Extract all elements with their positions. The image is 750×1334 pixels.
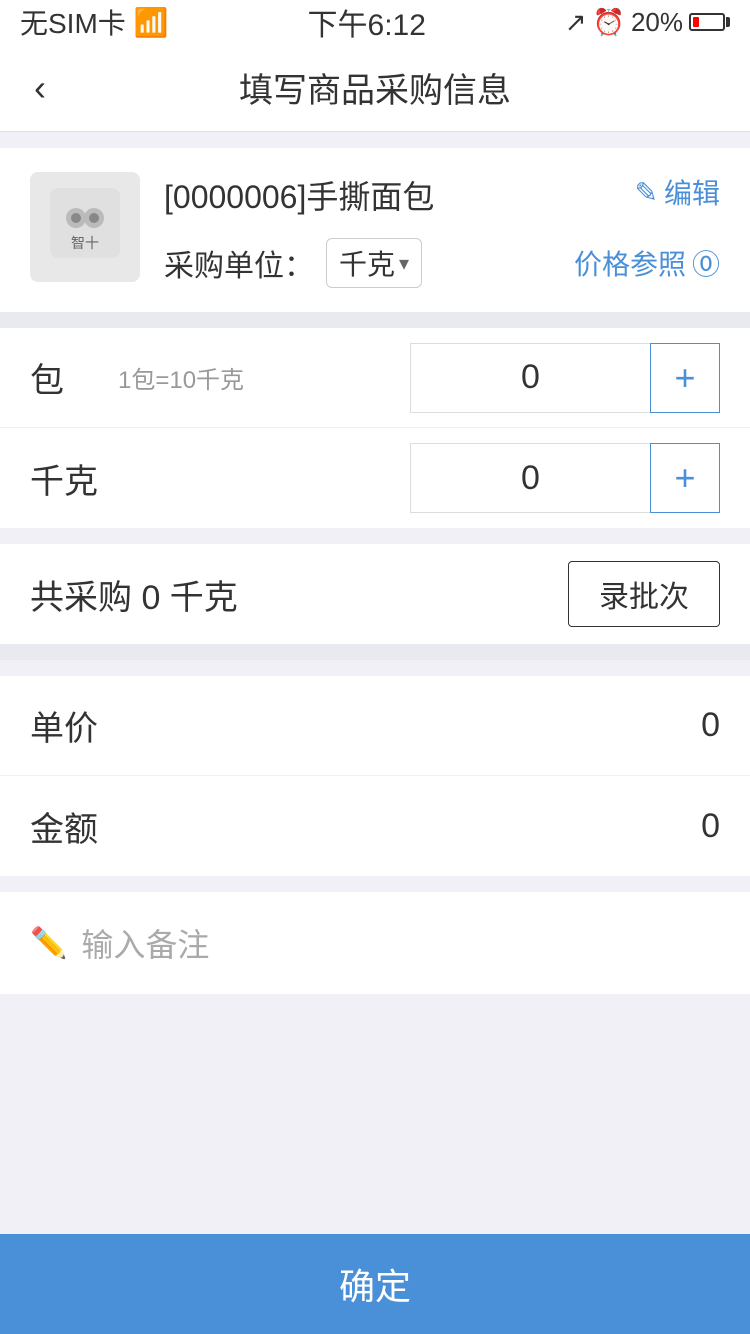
location-icon: ↗ xyxy=(565,7,587,38)
status-left: 无SIM卡 📶 xyxy=(20,2,169,42)
amount-value: 0 xyxy=(701,807,720,846)
dropdown-arrow-icon: ▾ xyxy=(399,251,409,276)
record-batch-button[interactable]: 录批次 xyxy=(568,561,720,627)
amount-label: 金额 xyxy=(30,802,98,851)
bag-quantity-input[interactable] xyxy=(410,343,650,413)
pencil-icon: ✏️ xyxy=(30,926,67,961)
edit-button[interactable]: ✎ 编辑 xyxy=(635,172,720,212)
input-section: 包 1包=10千克 + 千克 + xyxy=(0,328,750,528)
product-unit-row: 采购单位： 千克 ▾ 价格参照 ⓪ xyxy=(164,238,720,288)
unit-price-label: 单价 xyxy=(30,701,98,750)
status-bar: 无SIM卡 📶 下午6:12 ↗ ⏰ 20% xyxy=(0,0,750,44)
record-batch-label: 录批次 xyxy=(599,581,689,614)
battery-percent: 20% xyxy=(631,7,683,38)
confirm-button[interactable]: 确定 xyxy=(0,1234,750,1334)
summary-section: 共采购 0 千克 录批次 xyxy=(0,544,750,644)
edit-icon: ✎ xyxy=(635,176,658,209)
product-info: [0000006]手撕面包 ✎ 编辑 采购单位： 千克 ▾ 价格参照 ⓪ xyxy=(164,172,720,288)
bag-input-row: 包 1包=10千克 + xyxy=(0,328,750,428)
kg-label: 千克 xyxy=(30,454,110,503)
kg-input-right: + xyxy=(410,443,720,513)
price-reference-button[interactable]: 价格参照 ⓪ xyxy=(574,243,720,283)
section-divider-2 xyxy=(0,644,750,660)
wifi-icon: 📶 xyxy=(134,6,169,39)
amount-row: 金额 0 xyxy=(0,776,750,876)
note-placeholder: 输入备注 xyxy=(81,920,209,966)
kg-quantity-input[interactable] xyxy=(410,443,650,513)
carrier-label: 无SIM卡 xyxy=(20,2,126,42)
unit-price-row: 单价 0 xyxy=(0,676,750,776)
product-card: 智十 [0000006]手撕面包 ✎ 编辑 采购单位： 千克 ▾ 价格参照 ⓪ xyxy=(0,148,750,312)
product-name: [0000006]手撕面包 xyxy=(164,172,434,218)
page-title: 填写商品采购信息 xyxy=(80,63,670,112)
unit-price-value: 0 xyxy=(701,706,720,745)
edit-label: 编辑 xyxy=(664,172,720,212)
brand-logo-svg: 智十 xyxy=(50,188,120,258)
battery-icon xyxy=(689,13,730,31)
confirm-label: 确定 xyxy=(339,1258,411,1310)
svg-text:智十: 智十 xyxy=(71,235,99,251)
bag-input-right: + xyxy=(410,343,720,413)
product-logo-icon: 智十 xyxy=(50,188,120,267)
back-icon: ‹ xyxy=(34,67,46,109)
bag-label: 包 xyxy=(30,353,110,402)
unit-value: 千克 xyxy=(339,243,395,283)
unit-label: 采购单位： xyxy=(164,241,314,285)
product-header: [0000006]手撕面包 ✎ 编辑 xyxy=(164,172,720,218)
section-divider-1 xyxy=(0,312,750,328)
price-section: 单价 0 金额 0 xyxy=(0,676,750,876)
status-right: ↗ ⏰ 20% xyxy=(565,7,730,38)
bag-plus-button[interactable]: + xyxy=(650,343,720,413)
product-image: 智十 xyxy=(30,172,140,282)
price-ref-label: 价格参照 xyxy=(574,243,686,283)
unit-select-button[interactable]: 千克 ▾ xyxy=(326,238,422,288)
nav-bar: ‹ 填写商品采购信息 xyxy=(0,44,750,132)
help-icon: ⓪ xyxy=(692,243,720,283)
kg-plus-button[interactable]: + xyxy=(650,443,720,513)
back-button[interactable]: ‹ xyxy=(0,44,80,131)
summary-text: 共采购 0 千克 xyxy=(30,570,238,619)
note-section[interactable]: ✏️ 输入备注 xyxy=(0,892,750,994)
bag-sublabel: 1包=10千克 xyxy=(118,360,244,395)
kg-input-row: 千克 + xyxy=(0,428,750,528)
summary-row: 共采购 0 千克 录批次 xyxy=(0,544,750,644)
time-display: 下午6:12 xyxy=(308,0,426,44)
alarm-icon: ⏰ xyxy=(593,7,625,38)
